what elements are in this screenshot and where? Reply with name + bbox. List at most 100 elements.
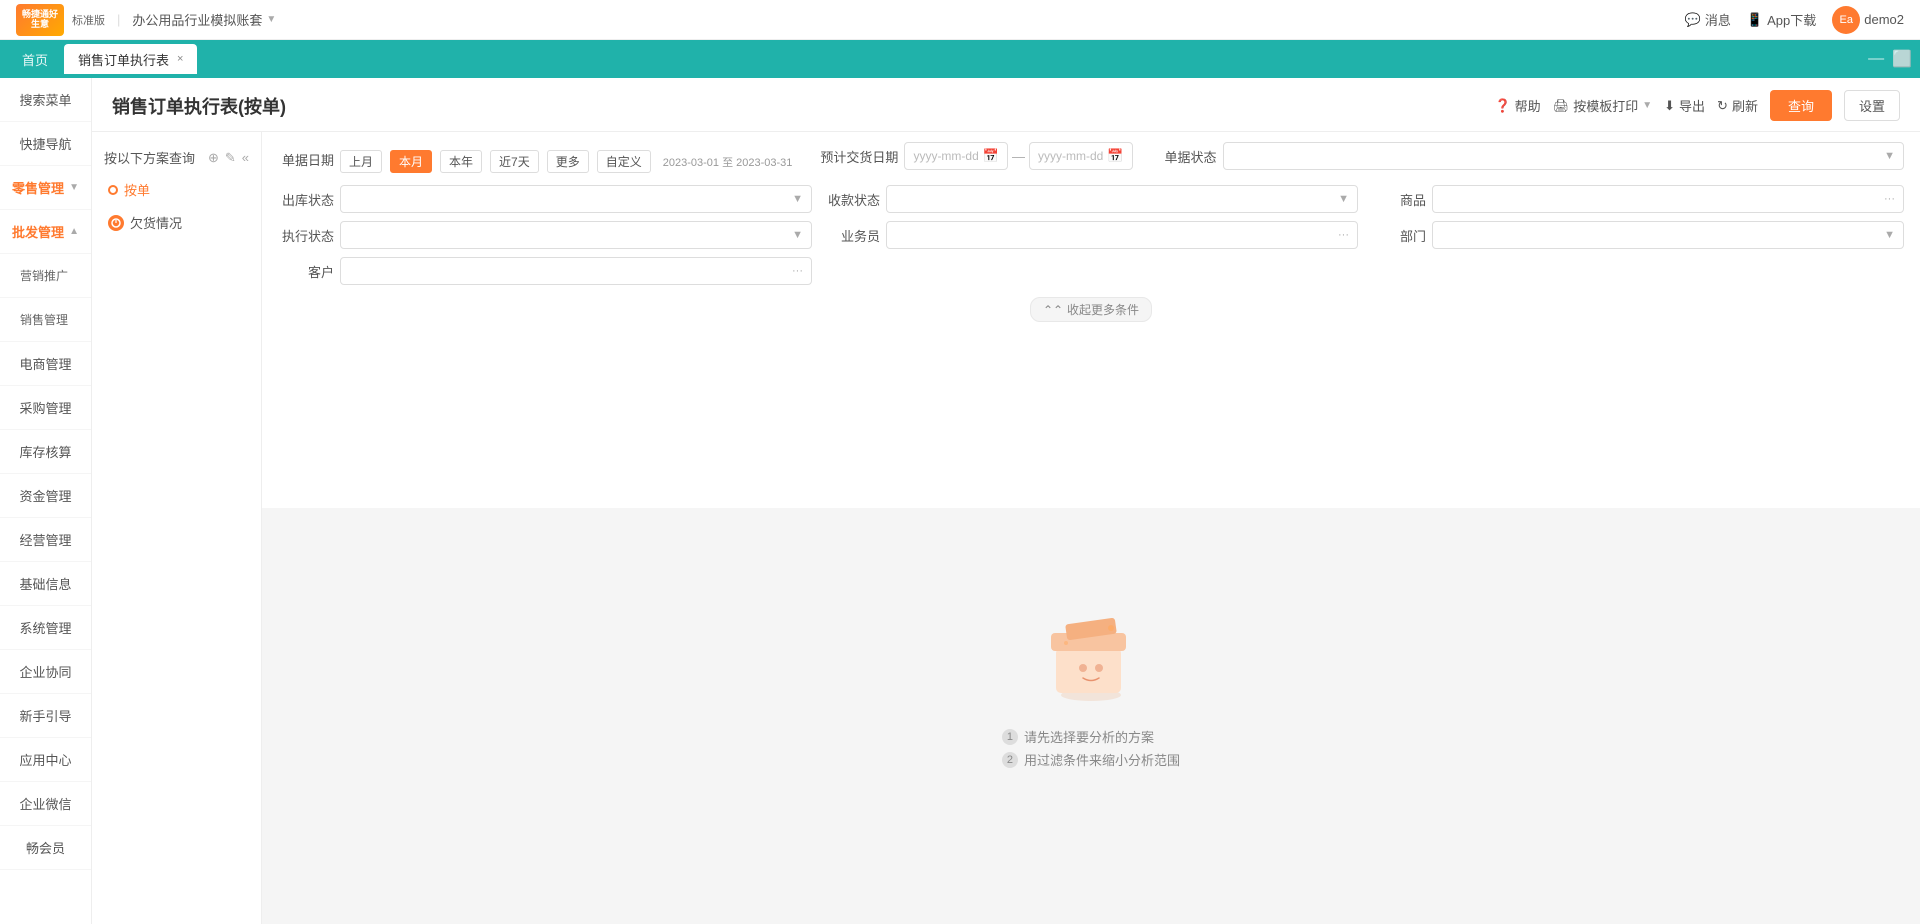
scheme-item-debt-status[interactable]: 欠货情况 — [92, 206, 261, 239]
sidebar: 搜索菜单 快捷导航 零售管理 ▼ 批发管理 ▲ 营销推广 销售管理 电商管理 采… — [0, 78, 92, 924]
salesperson-dots-icon: ··· — [1338, 229, 1349, 241]
tab-sales-exec[interactable]: 销售订单执行表 × — [64, 44, 197, 74]
logo-text: 畅捷通好生意 — [16, 8, 64, 32]
goods-input[interactable]: ··· — [1432, 185, 1904, 213]
empty-icon-svg — [1036, 603, 1146, 703]
shipment-dropdown-icon: ▼ — [792, 193, 803, 205]
sidebar-item-operations[interactable]: 经营管理 — [0, 518, 91, 562]
exec-label: 执行状态 — [278, 226, 334, 245]
window-maximize-icon[interactable]: ⬜ — [1892, 49, 1912, 69]
template-print-button[interactable]: 🖨 按模板打印 ▼ — [1553, 96, 1652, 115]
main-filter-area: 单据日期 上月 本月 本年 近7天 更多 自定义 2023-03-01 至 20… — [262, 132, 1920, 508]
sidebar-item-retail-mgmt[interactable]: 零售管理 ▼ — [0, 166, 91, 210]
sidebar-item-guide[interactable]: 新手引导 — [0, 694, 91, 738]
expected-date-end[interactable]: yyyy-mm-dd 📅 — [1029, 142, 1133, 170]
scheme-collapse-icon[interactable]: « — [242, 150, 249, 166]
date-btn-custom[interactable]: 自定义 — [597, 150, 651, 173]
sidebar-item-enterprise[interactable]: 企业协同 — [0, 650, 91, 694]
exec-dropdown-icon: ▼ — [792, 229, 803, 241]
sidebar-item-marketing[interactable]: 营销推广 — [0, 254, 91, 298]
left-panel-wrap: 按以下方案查询 ⊕ ✎ « 按单 欠货情况 — [92, 132, 1920, 924]
scheme-add-icon[interactable]: ⊕ — [208, 150, 219, 166]
date-btn-more[interactable]: 更多 — [547, 150, 589, 173]
sidebar-item-ecommerce[interactable]: 电商管理 — [0, 342, 91, 386]
tabbar-right: — ⬜ — [1868, 49, 1912, 69]
settings-button[interactable]: 设置 — [1844, 90, 1900, 121]
sidebar-item-finance[interactable]: 资金管理 — [0, 474, 91, 518]
logo: 畅捷通好生意 — [16, 4, 64, 36]
sidebar-item-inventory[interactable]: 库存核算 — [0, 430, 91, 474]
exec-status-select[interactable]: ▼ — [340, 221, 812, 249]
customer-input[interactable]: ··· — [340, 257, 812, 285]
sidebar-item-app-center[interactable]: 应用中心 — [0, 738, 91, 782]
scheme-edit-icon[interactable]: ✎ — [225, 150, 236, 166]
empty-hint-1: 1 请先选择要分析的方案 — [1002, 727, 1180, 746]
sidebar-item-wholesale-mgmt[interactable]: 批发管理 ▲ — [0, 210, 91, 254]
sidebar-item-basic-info[interactable]: 基础信息 — [0, 562, 91, 606]
receipt-dropdown-icon: ▼ — [1338, 193, 1349, 205]
query-button[interactable]: 查询 — [1770, 90, 1832, 121]
collapse-row: ⌃⌃ 收起更多条件 — [278, 293, 1904, 330]
sidebar-item-sales-mgmt[interactable]: 销售管理 — [0, 298, 91, 342]
scheme-item-by-order[interactable]: 按单 — [92, 173, 261, 206]
doc-status-label: 单据状态 — [1161, 147, 1217, 166]
quick-nav-label: 快捷导航 — [19, 134, 71, 153]
expected-date-range: yyyy-mm-dd 📅 — yyyy-mm-dd 📅 — [904, 142, 1132, 170]
date-btn-7days[interactable]: 近7天 — [490, 150, 539, 173]
window-minimize-icon[interactable]: — — [1868, 50, 1884, 68]
tab-home[interactable]: 首页 — [8, 44, 62, 74]
collapse-button[interactable]: ⌃⌃ 收起更多条件 — [1030, 297, 1152, 322]
scheme-header-label: 按以下方案查询 — [104, 148, 195, 167]
receipt-status-select[interactable]: ▼ — [886, 185, 1358, 213]
doc-status-group: 单据状态 ▼ — [1161, 142, 1905, 170]
message-button[interactable]: 💬 消息 — [1685, 10, 1731, 29]
marketing-label: 营销推广 — [20, 267, 68, 284]
shipment-status-select[interactable]: ▼ — [340, 185, 812, 213]
topbar-left: 畅捷通好生意 标准版 | 办公用品行业模拟账套 ▼ — [16, 4, 276, 36]
expected-date-label: 预计交货日期 — [820, 147, 898, 166]
sidebar-item-search-menu[interactable]: 搜索菜单 — [0, 78, 91, 122]
scheme-debt-label: 欠货情况 — [130, 213, 182, 232]
expected-date-start[interactable]: yyyy-mm-dd 📅 — [904, 142, 1008, 170]
date-btn-this-year[interactable]: 本年 — [440, 150, 482, 173]
sidebar-item-quick-nav[interactable]: 快捷导航 — [0, 122, 91, 166]
goods-label: 商品 — [1370, 190, 1426, 209]
page-header: 销售订单执行表(按单) ❓ 帮助 🖨 按模板打印 ▼ ⬇ 导出 — [92, 78, 1920, 132]
salesperson-input[interactable]: ··· — [886, 221, 1358, 249]
dept-dropdown-icon: ▼ — [1884, 229, 1895, 241]
search-menu-label: 搜索菜单 — [19, 90, 71, 109]
export-button[interactable]: ⬇ 导出 — [1664, 96, 1705, 115]
app-title[interactable]: 办公用品行业模拟账套 ▼ — [132, 10, 276, 29]
inventory-label: 库存核算 — [19, 442, 71, 461]
app-download-icon: 📱 — [1747, 12, 1763, 28]
empty-state: 1 请先选择要分析的方案 2 用过滤条件来缩小分析范围 — [262, 508, 1920, 924]
corp-wechat-label: 企业微信 — [19, 794, 71, 813]
export-icon: ⬇ — [1664, 98, 1675, 114]
doc-status-select[interactable]: ▼ — [1223, 142, 1905, 170]
filter-row-4: 客户 ··· — [278, 257, 1904, 285]
refresh-icon: ↻ — [1717, 98, 1728, 114]
page-actions: ❓ 帮助 🖨 按模板打印 ▼ ⬇ 导出 ↻ 刷新 — [1494, 90, 1900, 121]
receipt-label: 收款状态 — [824, 190, 880, 209]
sidebar-item-corp-wechat[interactable]: 企业微信 — [0, 782, 91, 826]
date-btn-this-month[interactable]: 本月 — [390, 150, 432, 173]
filter-row-1: 单据日期 上月 本月 本年 近7天 更多 自定义 2023-03-01 至 20… — [278, 142, 1904, 177]
print-icon: 🖨 — [1553, 98, 1570, 114]
date-btn-last-month[interactable]: 上月 — [340, 150, 382, 173]
sidebar-item-member[interactable]: 畅会员 — [0, 826, 91, 870]
help-button[interactable]: ❓ 帮助 — [1494, 96, 1540, 115]
refresh-button[interactable]: ↻ 刷新 — [1717, 96, 1758, 115]
hint-num-2: 2 — [1002, 752, 1018, 768]
sidebar-item-system[interactable]: 系统管理 — [0, 606, 91, 650]
empty-illustration — [1036, 603, 1146, 703]
sidebar-item-purchase[interactable]: 采购管理 — [0, 386, 91, 430]
department-select[interactable]: ▼ — [1432, 221, 1904, 249]
app-download-button[interactable]: 📱 App下载 — [1747, 10, 1816, 29]
goods-item: 商品 ··· — [1370, 185, 1904, 213]
salesperson-label: 业务员 — [824, 226, 880, 245]
filter-data-area: 单据日期 上月 本月 本年 近7天 更多 自定义 2023-03-01 至 20… — [262, 132, 1920, 924]
page-title: 销售订单执行表(按单) — [112, 93, 286, 119]
tab-close-icon[interactable]: × — [177, 53, 183, 65]
goods-dots-icon: ··· — [1884, 193, 1895, 205]
user-menu[interactable]: Ea demo2 — [1832, 6, 1904, 34]
